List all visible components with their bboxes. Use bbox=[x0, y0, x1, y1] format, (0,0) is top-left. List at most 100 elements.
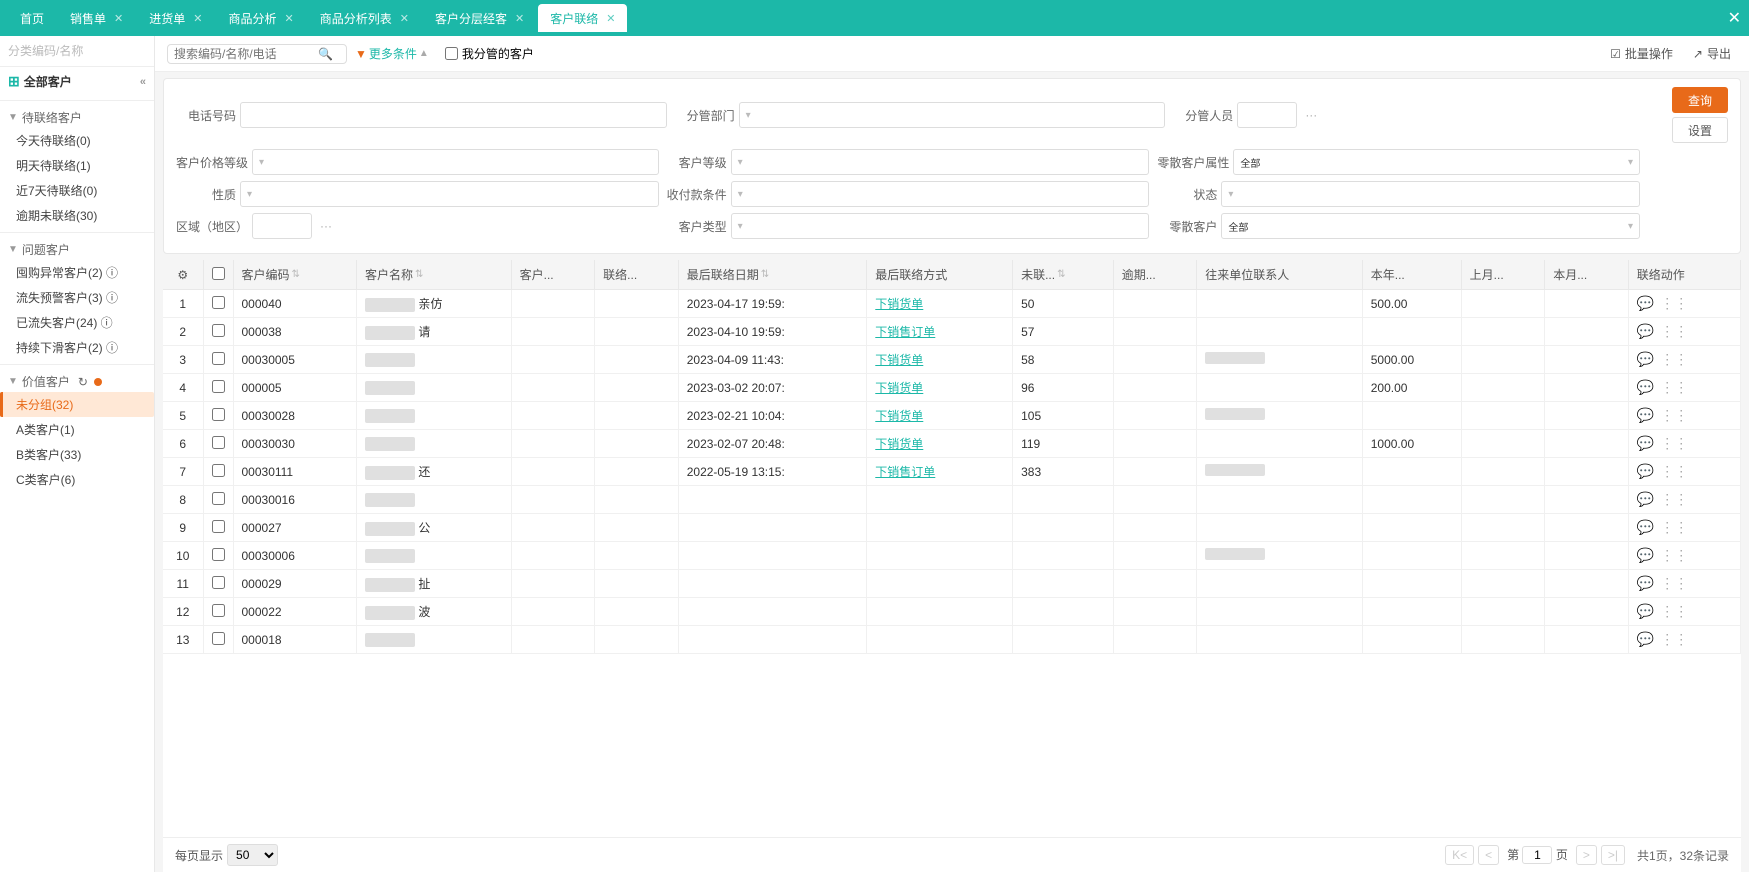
refresh-icon[interactable]: ↻ bbox=[78, 375, 88, 389]
sidebar-item-churn-warning[interactable]: 流失预警客户(3) ⓘ bbox=[0, 285, 154, 310]
tab-sales-close[interactable]: ✕ bbox=[114, 12, 123, 25]
action-menu-icon[interactable]: ⋮⋮ bbox=[1660, 603, 1688, 620]
filter-customer-type-select[interactable]: ▾ bbox=[731, 213, 1150, 239]
first-page-btn[interactable]: K< bbox=[1445, 845, 1474, 865]
tab-goods-list-close[interactable]: ✕ bbox=[400, 12, 409, 25]
last-page-btn[interactable]: >| bbox=[1601, 845, 1625, 865]
filter-retail-attr-select[interactable]: 全部▾ bbox=[1233, 149, 1640, 175]
cell-check[interactable] bbox=[203, 542, 233, 570]
action-chat-icon[interactable]: 💬 bbox=[1637, 547, 1654, 564]
cell-check[interactable] bbox=[203, 374, 233, 402]
filter-area-more-icon[interactable]: ··· bbox=[320, 219, 332, 233]
th-settings[interactable]: ⚙ bbox=[163, 260, 203, 290]
action-chat-icon[interactable]: 💬 bbox=[1637, 379, 1654, 396]
filter-status-select[interactable]: ▾ bbox=[1221, 181, 1640, 207]
cell-check[interactable] bbox=[203, 514, 233, 542]
cell-check[interactable] bbox=[203, 458, 233, 486]
export-btn[interactable]: ↗ 导出 bbox=[1687, 42, 1737, 65]
filter-search-icon[interactable]: 🔍 bbox=[318, 47, 333, 61]
action-chat-icon[interactable]: 💬 bbox=[1637, 295, 1654, 312]
filter-customer-grade-select[interactable]: ▾ bbox=[731, 149, 1150, 175]
action-chat-icon[interactable]: 💬 bbox=[1637, 631, 1654, 648]
action-menu-icon[interactable]: ⋮⋮ bbox=[1660, 323, 1688, 340]
cell-check[interactable] bbox=[203, 486, 233, 514]
th-no-contact-sort[interactable]: 未联... bbox=[1021, 266, 1105, 283]
action-menu-icon[interactable]: ⋮⋮ bbox=[1660, 351, 1688, 368]
th-code-sort[interactable]: 客户编码 bbox=[242, 266, 349, 283]
tab-home[interactable]: 首页 bbox=[8, 4, 56, 32]
value-customer-group[interactable]: ▼ 价值客户 ↻ bbox=[0, 369, 154, 392]
action-chat-icon[interactable]: 💬 bbox=[1637, 603, 1654, 620]
tab-goods-analysis-close[interactable]: ✕ bbox=[285, 12, 294, 25]
action-menu-icon[interactable]: ⋮⋮ bbox=[1660, 575, 1688, 592]
my-customer-checkbox-area[interactable]: 我分管的客户 bbox=[445, 45, 534, 62]
tab-customer-layer[interactable]: 客户分层经客 ✕ bbox=[423, 4, 536, 32]
cell-check[interactable] bbox=[203, 626, 233, 654]
pending-contact-group[interactable]: ▼ 待联络客户 bbox=[0, 105, 154, 128]
action-menu-icon[interactable]: ⋮⋮ bbox=[1660, 463, 1688, 480]
th-last-contact-date-sort[interactable]: 最后联络日期 bbox=[687, 266, 859, 283]
action-menu-icon[interactable]: ⋮⋮ bbox=[1660, 519, 1688, 536]
per-page-select[interactable]: 50 100 200 bbox=[227, 844, 278, 866]
sidebar-item-today[interactable]: 今天待联络(0) bbox=[0, 128, 154, 153]
sidebar-item-abnormal[interactable]: 囤购异常客户(2) ⓘ bbox=[0, 260, 154, 285]
filter-retail-customer-select[interactable]: 全部▾ bbox=[1221, 213, 1640, 239]
sidebar-search-input[interactable] bbox=[8, 44, 155, 58]
filter-search-input[interactable] bbox=[174, 47, 314, 61]
cell-check[interactable] bbox=[203, 570, 233, 598]
action-menu-icon[interactable]: ⋮⋮ bbox=[1660, 491, 1688, 508]
filter-phone-input[interactable] bbox=[240, 102, 667, 128]
filter-price-grade-select[interactable]: ▾ bbox=[252, 149, 659, 175]
tab-purchase-close[interactable]: ✕ bbox=[193, 12, 202, 25]
tab-customer-layer-close[interactable]: ✕ bbox=[515, 12, 524, 25]
action-menu-icon[interactable]: ⋮⋮ bbox=[1660, 435, 1688, 452]
next-page-btn[interactable]: > bbox=[1576, 845, 1597, 865]
action-menu-icon[interactable]: ⋮⋮ bbox=[1660, 407, 1688, 424]
cell-check[interactable] bbox=[203, 290, 233, 318]
sidebar-item-7days[interactable]: 近7天待联络(0) bbox=[0, 178, 154, 203]
action-chat-icon[interactable]: 💬 bbox=[1637, 463, 1654, 480]
action-chat-icon[interactable]: 💬 bbox=[1637, 519, 1654, 536]
filter-nature-select[interactable]: ▾ bbox=[240, 181, 659, 207]
filter-manager-more-icon[interactable]: ··· bbox=[1305, 108, 1317, 122]
all-customers-header[interactable]: ⊞ 全部客户 « bbox=[0, 67, 154, 96]
tab-customer-contact[interactable]: 客户联络 ✕ bbox=[538, 4, 627, 32]
sidebar-item-type-a[interactable]: A类客户(1) bbox=[0, 417, 154, 442]
window-close-btn[interactable]: ✕ bbox=[1728, 8, 1741, 28]
cell-check[interactable] bbox=[203, 598, 233, 626]
sidebar-item-declining[interactable]: 持续下滑客户(2) ⓘ bbox=[0, 335, 154, 360]
prev-page-btn[interactable]: < bbox=[1478, 845, 1499, 865]
sidebar-item-ungrouped[interactable]: 未分组(32) bbox=[0, 392, 154, 417]
query-button[interactable]: 查询 bbox=[1672, 87, 1728, 113]
action-menu-icon[interactable]: ⋮⋮ bbox=[1660, 379, 1688, 396]
settings-icon[interactable]: ⚙ bbox=[177, 268, 188, 282]
cell-check[interactable] bbox=[203, 430, 233, 458]
cell-check[interactable] bbox=[203, 402, 233, 430]
sidebar-item-churned[interactable]: 已流失客户(24) ⓘ bbox=[0, 310, 154, 335]
th-check[interactable] bbox=[203, 260, 233, 290]
tab-customer-contact-close[interactable]: ✕ bbox=[606, 12, 615, 25]
check-all-checkbox[interactable] bbox=[212, 267, 225, 280]
sidebar-item-tomorrow[interactable]: 明天待联络(1) bbox=[0, 153, 154, 178]
my-customer-checkbox[interactable] bbox=[445, 47, 458, 60]
action-chat-icon[interactable]: 💬 bbox=[1637, 435, 1654, 452]
action-menu-icon[interactable]: ⋮⋮ bbox=[1660, 547, 1688, 564]
tab-purchase[interactable]: 进货单 ✕ bbox=[137, 4, 214, 32]
filter-payment-select[interactable]: ▾ bbox=[731, 181, 1150, 207]
action-menu-icon[interactable]: ⋮⋮ bbox=[1660, 631, 1688, 648]
action-chat-icon[interactable]: 💬 bbox=[1637, 323, 1654, 340]
sidebar-item-type-b[interactable]: B类客户(33) bbox=[0, 442, 154, 467]
th-name-sort[interactable]: 客户名称 bbox=[365, 266, 503, 283]
action-menu-icon[interactable]: ⋮⋮ bbox=[1660, 295, 1688, 312]
filter-dept-select[interactable]: ▾ bbox=[739, 102, 1166, 128]
page-number-input[interactable] bbox=[1522, 846, 1552, 864]
reset-button[interactable]: 设置 bbox=[1672, 117, 1728, 143]
action-chat-icon[interactable]: 💬 bbox=[1637, 351, 1654, 368]
filter-area-input[interactable] bbox=[252, 213, 312, 239]
tab-goods-list[interactable]: 商品分析列表 ✕ bbox=[308, 4, 421, 32]
sidebar-item-type-c[interactable]: C类客户(6) bbox=[0, 467, 154, 492]
tab-sales[interactable]: 销售单 ✕ bbox=[58, 4, 135, 32]
action-chat-icon[interactable]: 💬 bbox=[1637, 407, 1654, 424]
tab-goods-analysis[interactable]: 商品分析 ✕ bbox=[216, 4, 305, 32]
action-chat-icon[interactable]: 💬 bbox=[1637, 491, 1654, 508]
